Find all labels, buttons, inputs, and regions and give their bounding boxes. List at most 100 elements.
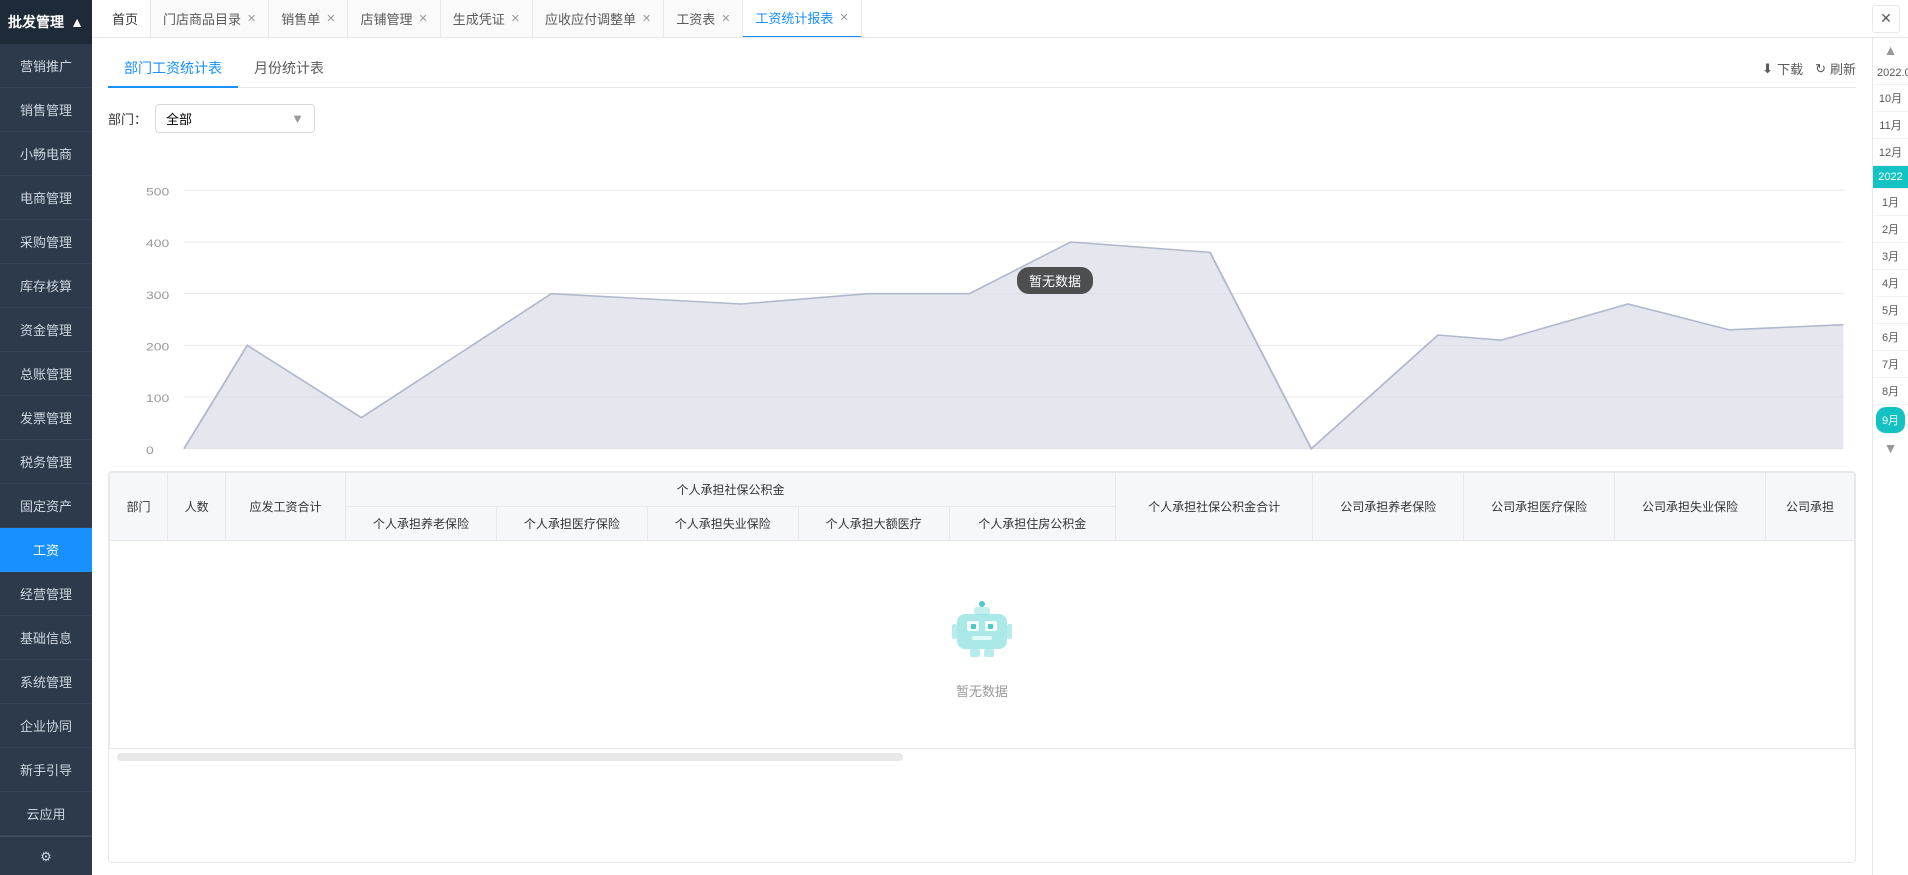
sidebar-item-jygl[interactable]: 经营管理 [0,572,92,616]
col-dept: 部门 [110,473,168,541]
empty-robot-icon [942,589,1022,669]
date-item-8[interactable]: 8月 [1873,378,1908,405]
svg-text:0: 0 [146,443,154,456]
refresh-button[interactable]: ↻ 刷新 [1815,59,1856,78]
main-area: 首页 门店商品目录 ✕ 销售单 ✕ 店铺管理 ✕ 生成凭证 ✕ 应收应付调整单 … [92,0,1908,875]
date-item-3[interactable]: 3月 [1873,243,1908,270]
col-personal-housing: 个人承担住房公积金 [949,507,1115,541]
col-personal-insurance-group: 个人承担社保公积金 [346,473,1116,507]
download-button[interactable]: ⬇ 下载 [1762,59,1803,78]
svg-text:500: 500 [146,185,169,198]
filter-dept-select[interactable]: 全部 ▼ [155,104,315,133]
sidebar-item-gz[interactable]: 工资 [0,528,92,572]
tab-close-store-catalog[interactable]: ✕ [247,12,256,25]
date-item-2[interactable]: 2月 [1873,216,1908,243]
sidebar-item-cjgl[interactable]: 采购管理 [0,220,92,264]
svg-text:200: 200 [146,340,169,353]
tab-bar: 首页 门店商品目录 ✕ 销售单 ✕ 店铺管理 ✕ 生成凭证 ✕ 应收应付调整单 … [92,0,1908,38]
date-item-12[interactable]: 12月 [1873,139,1908,166]
tab-close-all-button[interactable]: ✕ [1872,5,1900,33]
chart-tooltip: 暂无数据 [1017,267,1093,294]
date-item-2022-09[interactable]: 2022.09 [1873,62,1908,85]
date-nav-up[interactable]: ▲ [1873,38,1908,62]
date-item-6[interactable]: 6月 [1873,324,1908,351]
col-personal-pension: 个人承担养老保险 [346,507,497,541]
tab-close-payroll[interactable]: ✕ [721,12,730,25]
filter-dept-label: 部门： [108,109,147,128]
date-item-1[interactable]: 1月 [1873,189,1908,216]
tab-payroll-report[interactable]: 工资统计报表 ✕ [743,0,861,38]
tab-close-ar-ap[interactable]: ✕ [642,12,651,25]
tab-gen-voucher[interactable]: 生成凭证 ✕ [441,0,533,38]
date-item-11[interactable]: 11月 [1873,112,1908,139]
sidebar-item-yxtz[interactable]: 营销推广 [0,44,92,88]
sidebar-item-swgl[interactable]: 税务管理 [0,440,92,484]
col-personal-total: 个人承担社保公积金合计 [1115,473,1312,541]
date-nav-down[interactable]: ▼ [1873,436,1908,460]
chart-area: 0 100 200 300 400 500 [108,149,1856,459]
page-content: 部门工资统计表 月份统计表 ⬇ 下载 ↻ 刷新 [92,38,1872,875]
sidebar-item-xtgl[interactable]: 系统管理 [0,660,92,704]
col-count: 人数 [168,473,226,541]
settings-button[interactable]: ⚙ [0,836,92,875]
table-container: 部门 人数 应发工资合计 个人承担社保公积金 [108,471,1856,863]
sub-tab-month[interactable]: 月份统计表 [238,50,340,88]
table-scrollbar[interactable] [117,753,903,761]
sidebar-item-gdzy[interactable]: 固定资产 [0,484,92,528]
sidebar-item-kchs[interactable]: 库存核算 [0,264,92,308]
sidebar-item-xsgl[interactable]: 销售管理 [0,88,92,132]
date-item-9-active[interactable]: 9月 [1876,407,1905,434]
col-company-medical: 公司承担医疗保险 [1464,473,1615,541]
date-item-7[interactable]: 7月 [1873,351,1908,378]
sidebar-item-xsyd[interactable]: 新手引导 [0,748,92,792]
tab-ar-ap[interactable]: 应收应付调整单 ✕ [533,0,664,38]
tab-close-shop-mgmt[interactable]: ✕ [419,12,428,25]
chart-svg: 0 100 200 300 400 500 [108,149,1856,459]
sidebar-item-fpgl[interactable]: 发票管理 [0,396,92,440]
tab-bar-controls: ✕ [1872,5,1900,33]
svg-text:300: 300 [146,288,169,301]
sidebar-item-dscgl[interactable]: 电商管理 [0,176,92,220]
sidebar-item-xcdsc[interactable]: 小畅电商 [0,132,92,176]
tab-close-sales[interactable]: ✕ [326,12,335,25]
col-company-other: 公司承担 [1765,473,1854,541]
sidebar-item-yyyp[interactable]: 云应用 [0,792,92,836]
date-item-10[interactable]: 10月 [1873,85,1908,112]
right-date-panel: ▲ 2022.09 10月 11月 12月 2022 1月 2月 [1872,38,1908,875]
tab-home[interactable]: 首页 [100,0,151,38]
sidebar-header[interactable]: 批发管理 ▲ [0,0,92,44]
date-item-2022[interactable]: 2022 [1873,166,1908,189]
tab-sales[interactable]: 销售单 ✕ [269,0,348,38]
tab-shop-mgmt[interactable]: 店铺管理 ✕ [348,0,440,38]
table-empty-row: 暂无数据 [110,541,1855,749]
sidebar: 批发管理 ▲ 营销推广 销售管理 小畅电商 电商管理 采购管理 库存核算 资金管… [0,0,92,875]
col-personal-major-medical: 个人承担大额医疗 [798,507,949,541]
col-company-pension: 公司承担养老保险 [1313,473,1464,541]
sidebar-collapse-icon: ▲ [70,14,84,30]
sidebar-item-jcxx[interactable]: 基础信息 [0,616,92,660]
toolbar-right: ⬇ 下载 ↻ 刷新 [1762,59,1856,78]
sidebar-item-zjgl[interactable]: 资金管理 [0,308,92,352]
data-table: 部门 人数 应发工资合计 个人承担社保公积金 [109,472,1855,749]
tab-store-catalog[interactable]: 门店商品目录 ✕ [151,0,269,38]
tab-close-payroll-report[interactable]: ✕ [839,11,848,24]
filter-row: 部门： 全部 ▼ [108,104,1856,133]
download-icon: ⬇ [1762,61,1773,77]
content-area: 部门工资统计表 月份统计表 ⬇ 下载 ↻ 刷新 [92,38,1908,875]
col-personal-unemploy: 个人承担失业保险 [647,507,798,541]
col-company-unemploy: 公司承担失业保险 [1615,473,1766,541]
sub-tab-dept[interactable]: 部门工资统计表 [108,50,238,88]
tab-payroll[interactable]: 工资表 ✕ [664,0,743,38]
date-item-4[interactable]: 4月 [1873,270,1908,297]
empty-state: 暂无数据 [120,549,1844,740]
filter-dept-value: 全部 [166,109,192,128]
sidebar-item-qyxt[interactable]: 企业协同 [0,704,92,748]
col-total-salary: 应发工资合计 [226,473,346,541]
svg-text:400: 400 [146,236,169,249]
date-item-5[interactable]: 5月 [1873,297,1908,324]
chevron-down-icon: ▼ [291,111,304,126]
sidebar-title: 批发管理 [8,12,64,32]
tab-close-gen-voucher[interactable]: ✕ [511,12,520,25]
sidebar-item-zzgl[interactable]: 总账管理 [0,352,92,396]
svg-text:100: 100 [146,391,169,404]
